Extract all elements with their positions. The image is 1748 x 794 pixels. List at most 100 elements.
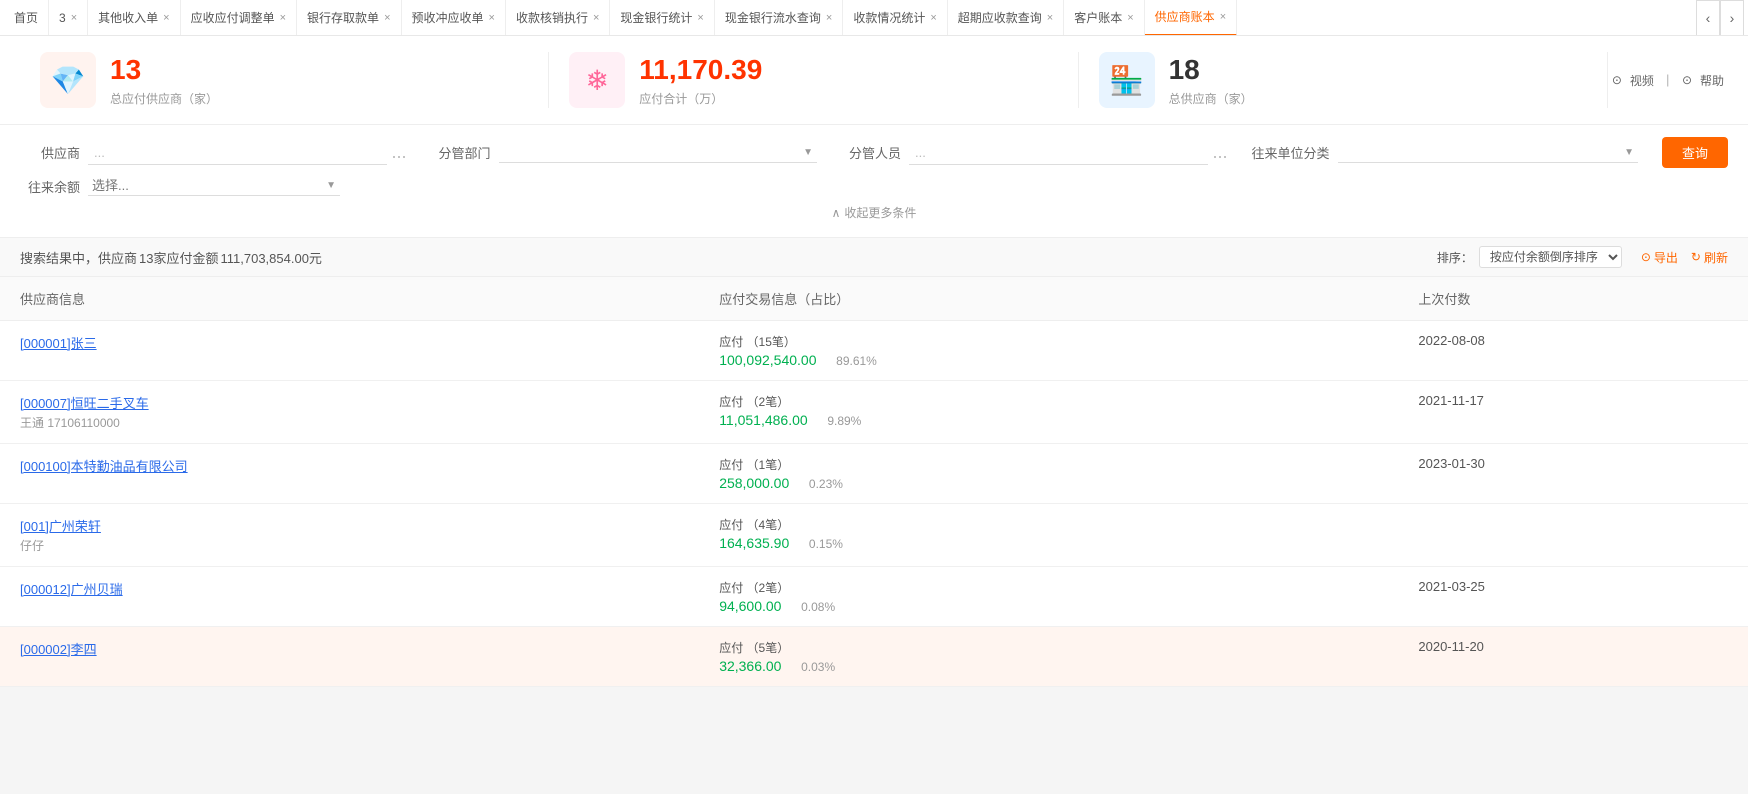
close-icon[interactable]: ×: [697, 12, 703, 24]
nav-prev-arrow[interactable]: ‹: [1696, 0, 1720, 36]
dept-filter-input[interactable]: [503, 145, 800, 160]
total-payable-label: 应付合计（万）: [639, 90, 762, 107]
collapse-button[interactable]: ∧ 收起更多条件: [814, 204, 934, 221]
filter-item-balance: 往来余额 ▼: [20, 176, 340, 196]
supplier-info-cell: [000100]本特勤油品有限公司: [0, 444, 699, 504]
nav-tab-customer-ledger[interactable]: 客户账本 ×: [1064, 0, 1144, 36]
dept-filter-label: 分管部门: [431, 143, 491, 162]
balance-filter-input[interactable]: [92, 178, 322, 193]
nav-tab-supplier-ledger-label: 供应商账本: [1155, 8, 1215, 25]
filter-item-category: 往来单位分类 ▼: [1252, 143, 1639, 163]
payable-suppliers-info: 13 总应付供应商（家）: [110, 53, 218, 108]
nav-tab-cash-flow[interactable]: 现金银行流水查询 ×: [715, 0, 843, 36]
nav-tab-overdue[interactable]: 超期应收款查询 ×: [948, 0, 1064, 36]
supplier-link[interactable]: [000002]李四: [20, 642, 97, 657]
sort-select[interactable]: 按应付余额倒序排序: [1479, 246, 1622, 268]
payable-info-cell: 应付 （15笔） 100,092,540.00 89.61%: [699, 321, 1398, 381]
nav-tab-supplier-ledger[interactable]: 供应商账本 ×: [1145, 0, 1237, 36]
nav-tab-3[interactable]: 3 ×: [49, 0, 88, 36]
help-link[interactable]: 帮助: [1700, 72, 1724, 89]
total-suppliers-info: 18 总供应商（家）: [1169, 53, 1253, 108]
payable-amount: 32,366.00: [719, 658, 781, 674]
close-icon[interactable]: ×: [163, 12, 169, 24]
supplier-contact: 王通 17106110000: [20, 414, 679, 431]
close-icon[interactable]: ×: [593, 12, 599, 24]
dept-filter-select[interactable]: ▼: [499, 143, 818, 163]
close-icon[interactable]: ×: [384, 12, 390, 24]
nav-tab-prepaid[interactable]: 预收冲应收单 ×: [402, 0, 506, 36]
payable-label: 应付 （15笔）: [719, 333, 1378, 350]
supplier-link[interactable]: [000100]本特勤油品有限公司: [20, 459, 188, 474]
payable-info-cell: 应付 （4笔） 164,635.90 0.15%: [699, 504, 1398, 567]
top-navigation: 首页 3 × 其他收入单 × 应收应付调整单 × 银行存取款单 × 预收冲应收单…: [0, 0, 1748, 36]
close-icon[interactable]: ×: [71, 12, 77, 24]
last-pay-date: 2021-03-25: [1418, 579, 1485, 594]
nav-tab-adjustment[interactable]: 应收应付调整单 ×: [181, 0, 297, 36]
payable-suppliers-number: 13: [110, 53, 218, 87]
summary-card-total-suppliers: 🏪 18 总供应商（家）: [1079, 52, 1608, 108]
payable-label: 应付 （5笔）: [719, 639, 1378, 656]
nav-tab-cash-stat[interactable]: 现金银行统计 ×: [610, 0, 714, 36]
nav-tab-adjustment-label: 应收应付调整单: [191, 9, 275, 26]
payable-amount: 164,635.90: [719, 535, 789, 551]
close-icon[interactable]: ×: [826, 12, 832, 24]
help-link-icon: ⊙: [1682, 73, 1692, 87]
payable-pct: 0.23%: [809, 477, 843, 491]
nav-tab-collection-stat[interactable]: 收款情况统计 ×: [843, 0, 947, 36]
close-icon[interactable]: ×: [280, 12, 286, 24]
payable-label: 应付 （2笔）: [719, 393, 1378, 410]
supplier-link[interactable]: [000001]张三: [20, 336, 97, 351]
last-pay-date-cell: 2021-03-25: [1398, 567, 1748, 627]
person-filter-input[interactable]: [909, 141, 1208, 165]
export-button[interactable]: ⊙ 导出: [1638, 249, 1678, 266]
header-supplier-info: 供应商信息: [0, 277, 699, 321]
query-button[interactable]: 查询: [1662, 137, 1728, 168]
nav-tab-collection-exec-label: 收款核销执行: [516, 9, 588, 26]
close-icon[interactable]: ×: [1220, 11, 1226, 23]
person-filter-label: 分管人员: [841, 143, 901, 162]
total-payable-number: 11,170.39: [639, 53, 762, 87]
top-right-links: ⊙ 视频 ｜ ⊙ 帮助: [1608, 72, 1728, 89]
balance-dropdown-icon: ▼: [326, 180, 336, 191]
supplier-filter-input[interactable]: [88, 141, 387, 165]
close-icon[interactable]: ×: [1127, 12, 1133, 24]
category-filter-input[interactable]: [1342, 145, 1621, 160]
last-pay-date-cell: 2020-11-20: [1398, 627, 1748, 687]
table-row: [001]广州荣轩仔仔 应付 （4笔） 164,635.90 0.15%: [0, 504, 1748, 567]
supplier-link[interactable]: [000012]广州贝瑞: [20, 582, 123, 597]
payable-label: 应付 （1笔）: [719, 456, 1378, 473]
balance-filter-select[interactable]: ▼: [88, 176, 340, 196]
result-bar: 搜索结果中，供应商 13家 应付金额 111,703,854.00元 排序： 按…: [0, 238, 1748, 277]
supplier-filter-label: 供应商: [20, 143, 80, 162]
supplier-info-cell: [000012]广州贝瑞: [0, 567, 699, 627]
last-pay-date: 2020-11-20: [1418, 639, 1484, 654]
refresh-button[interactable]: ↻ 刷新: [1688, 249, 1728, 266]
supplier-dots-btn[interactable]: ...: [391, 142, 406, 163]
supplier-link[interactable]: [001]广州荣轩: [20, 519, 101, 534]
video-link[interactable]: 视频: [1630, 72, 1654, 89]
table-container: 供应商信息 应付交易信息（占比） 上次付数 [000001]张三 应付 （15笔…: [0, 277, 1748, 687]
nav-tab-customer-ledger-label: 客户账本: [1074, 9, 1122, 26]
supplier-contact: 仔仔: [20, 537, 679, 554]
nav-tab-other-income[interactable]: 其他收入单 ×: [88, 0, 180, 36]
payable-info-cell: 应付 （2笔） 11,051,486.00 9.89%: [699, 381, 1398, 444]
last-pay-date-cell: 2021-11-17: [1398, 381, 1748, 444]
close-icon[interactable]: ×: [930, 12, 936, 24]
table-row: [000100]本特勤油品有限公司 应付 （1笔） 258,000.00 0.2…: [0, 444, 1748, 504]
close-icon[interactable]: ×: [1047, 12, 1053, 24]
payable-pct: 0.03%: [801, 660, 835, 674]
nav-tab-collection-exec[interactable]: 收款核销执行 ×: [506, 0, 610, 36]
supplier-link[interactable]: [000007]恒旺二手叉车: [20, 396, 149, 411]
payable-info-cell: 应付 （1笔） 258,000.00 0.23%: [699, 444, 1398, 504]
nav-next-arrow[interactable]: ›: [1720, 0, 1744, 36]
person-dots-btn[interactable]: ...: [1212, 142, 1227, 163]
refresh-icon: ↻: [1691, 250, 1701, 264]
nav-tab-bank[interactable]: 银行存取款单 ×: [297, 0, 401, 36]
total-payable-info: 11,170.39 应付合计（万）: [639, 53, 762, 108]
total-suppliers-number: 18: [1169, 53, 1253, 87]
nav-tab-home[interactable]: 首页: [4, 0, 49, 36]
filter-row-1: 供应商 ... 分管部门 ▼ 分管人员 ... 往来单位分类 ▼ 查询: [20, 137, 1728, 168]
category-filter-select[interactable]: ▼: [1338, 143, 1638, 163]
nav-tab-3-label: 3: [59, 11, 66, 25]
close-icon[interactable]: ×: [489, 12, 495, 24]
